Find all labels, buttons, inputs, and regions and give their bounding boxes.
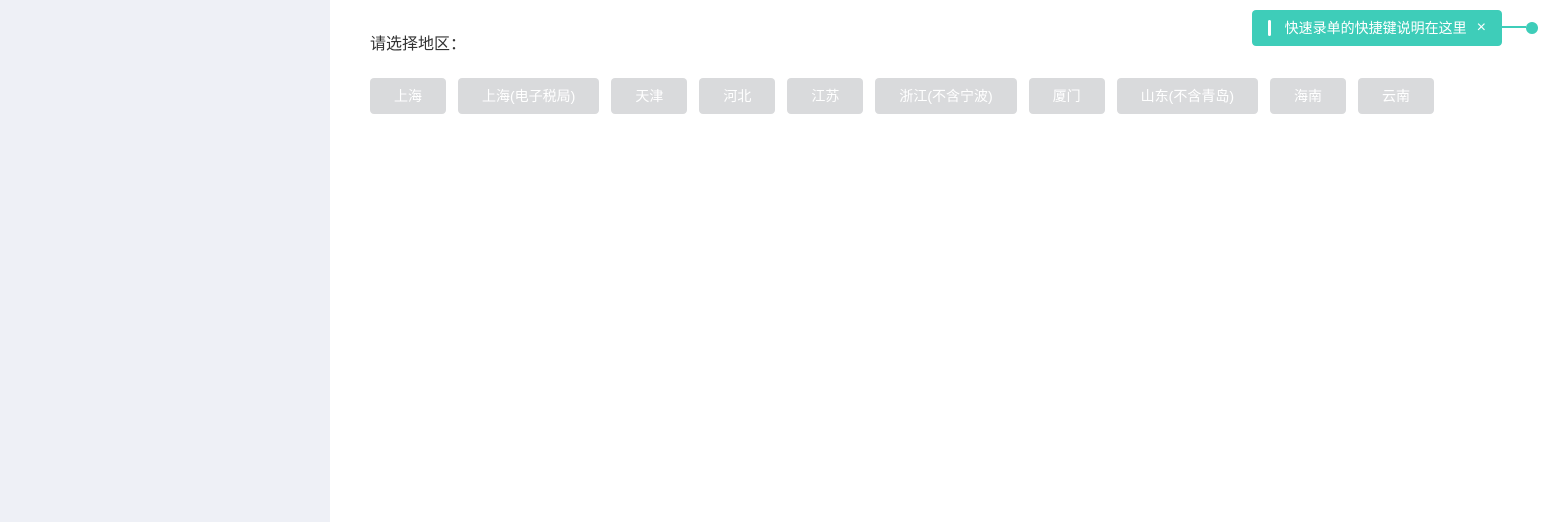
sidebar	[0, 0, 330, 522]
region-button-shanghai-etax[interactable]: 上海(电子税局)	[458, 78, 599, 114]
tooltip-dot	[1526, 22, 1538, 34]
region-button-shandong[interactable]: 山东(不含青岛)	[1117, 78, 1258, 114]
tooltip-line	[1502, 26, 1526, 28]
region-buttons: 上海上海(电子税局) 天津河北江苏浙江(不含宁波) 厦门山东(不含青岛) 海南云南	[370, 78, 1522, 114]
region-button-xiamen[interactable]: 厦门	[1029, 78, 1105, 114]
region-button-tianjin[interactable]: 天津	[611, 78, 687, 114]
main-content: 请选择地区： 上海上海(电子税局)天津河北江苏浙江(不含宁波)厦门山东(不含青岛…	[330, 0, 1562, 522]
region-button-jiangsu[interactable]: 江苏	[787, 78, 863, 114]
tooltip-text: 快速录单的快捷键说明在这里	[1285, 18, 1467, 38]
region-button-hainan[interactable]: 海南	[1270, 78, 1346, 114]
region-button-hebei[interactable]: 河北	[699, 78, 775, 114]
region-button-yunnan[interactable]: 云南	[1358, 78, 1434, 114]
tooltip-close-button[interactable]: ×	[1477, 20, 1486, 36]
tooltip-banner: 快速录单的快捷键说明在这里 ×	[1252, 10, 1502, 46]
region-button-zhejiang[interactable]: 浙江(不含宁波)	[875, 78, 1016, 114]
region-button-shanghai[interactable]: 上海	[370, 78, 446, 114]
